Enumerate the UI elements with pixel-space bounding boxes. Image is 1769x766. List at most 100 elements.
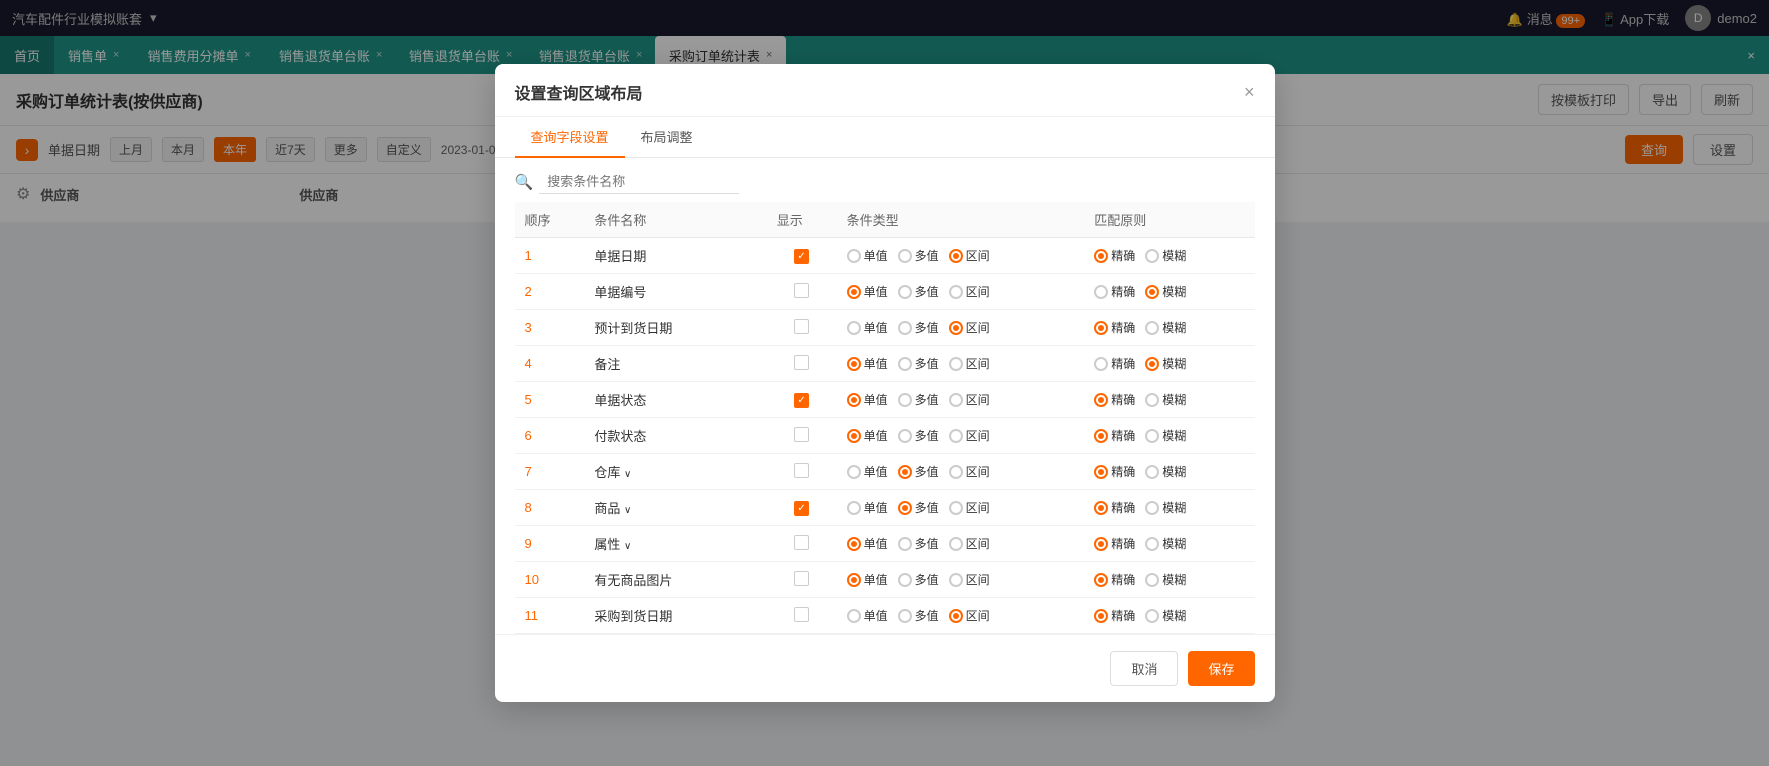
type-radio-type_multi[interactable]: 多值 — [898, 247, 939, 264]
type-radio-type_multi[interactable]: 多值 — [898, 499, 939, 516]
type-radio-type_range[interactable]: 区间 — [949, 391, 990, 408]
match-radio-match_fuzzy[interactable]: 模糊 — [1145, 283, 1186, 300]
display-checkbox[interactable]: ✓ — [794, 393, 809, 408]
table-row: 11采购到货日期单值多值区间精确模糊 — [515, 598, 1255, 634]
display-checkbox[interactable]: ✓ — [794, 249, 809, 264]
display-checkbox[interactable] — [794, 355, 809, 370]
type-radio-type_range[interactable]: 区间 — [949, 535, 990, 552]
match-radio-match_exact[interactable]: 精确 — [1094, 355, 1135, 372]
display-checkbox[interactable]: ✓ — [794, 501, 809, 516]
type-radio-type_single[interactable]: 单值 — [847, 571, 888, 588]
type-radio-type_range[interactable]: 区间 — [949, 355, 990, 372]
row-display-checkbox[interactable]: ✓ — [767, 490, 837, 526]
type-radio-type_multi[interactable]: 多值 — [898, 283, 939, 300]
type-radio-type_single[interactable]: 单值 — [847, 283, 888, 300]
table-row: 3预计到货日期单值多值区间精确模糊 — [515, 310, 1255, 346]
display-checkbox[interactable] — [794, 427, 809, 442]
match-radio-match_exact[interactable]: 精确 — [1094, 463, 1135, 480]
dialog-close-btn[interactable]: × — [1244, 82, 1255, 103]
row-match-radios: 精确模糊 — [1084, 418, 1254, 454]
type-radio-type_range[interactable]: 区间 — [949, 283, 990, 300]
display-checkbox[interactable] — [794, 607, 809, 622]
display-checkbox[interactable] — [794, 571, 809, 586]
type-radio-type_multi[interactable]: 多值 — [898, 571, 939, 588]
type-radio-type_multi[interactable]: 多值 — [898, 355, 939, 372]
type-radio-type_range[interactable]: 区间 — [949, 607, 990, 624]
match-radio-match_fuzzy[interactable]: 模糊 — [1145, 535, 1186, 552]
type-radio-type_single[interactable]: 单值 — [847, 427, 888, 444]
type-radio-type_range[interactable]: 区间 — [949, 571, 990, 588]
save-button[interactable]: 保存 — [1188, 651, 1254, 686]
type-radio-type_single[interactable]: 单值 — [847, 391, 888, 408]
dialog-tab-layout[interactable]: 布局调整 — [625, 117, 709, 158]
row-display-checkbox[interactable] — [767, 598, 837, 634]
row-display-checkbox[interactable] — [767, 526, 837, 562]
type-radio-type_single[interactable]: 单值 — [847, 355, 888, 372]
type-radio-type_range[interactable]: 区间 — [949, 463, 990, 480]
row-type-radios: 单值多值区间 — [837, 562, 1085, 598]
row-match-radios: 精确模糊 — [1084, 310, 1254, 346]
display-checkbox[interactable] — [794, 319, 809, 334]
row-type-radios: 单值多值区间 — [837, 526, 1085, 562]
display-checkbox[interactable] — [794, 283, 809, 298]
dialog-tab-query-fields[interactable]: 查询字段设置 — [515, 117, 625, 158]
type-radio-type_range[interactable]: 区间 — [949, 247, 990, 264]
row-display-checkbox[interactable] — [767, 454, 837, 490]
row-display-checkbox[interactable] — [767, 562, 837, 598]
match-radio-match_exact[interactable]: 精确 — [1094, 499, 1135, 516]
row-display-checkbox[interactable] — [767, 310, 837, 346]
match-radio-match_fuzzy[interactable]: 模糊 — [1145, 319, 1186, 336]
row-display-checkbox[interactable] — [767, 274, 837, 310]
display-checkbox[interactable] — [794, 535, 809, 550]
display-checkbox[interactable] — [794, 463, 809, 478]
match-radio-match_fuzzy[interactable]: 模糊 — [1145, 247, 1186, 264]
match-radio-match_exact[interactable]: 精确 — [1094, 427, 1135, 444]
type-radio-type_multi[interactable]: 多值 — [898, 463, 939, 480]
type-radio-type_single[interactable]: 单值 — [847, 499, 888, 516]
modal-overlay: 设置查询区域布局 × 查询字段设置 布局调整 🔍 顺序 条件名称 — [0, 0, 1769, 766]
match-radio-match_exact[interactable]: 精确 — [1094, 319, 1135, 336]
match-radio-match_fuzzy[interactable]: 模糊 — [1145, 391, 1186, 408]
match-radio-match_exact[interactable]: 精确 — [1094, 391, 1135, 408]
type-radio-type_range[interactable]: 区间 — [949, 319, 990, 336]
match-radio-match_fuzzy[interactable]: 模糊 — [1145, 607, 1186, 624]
cancel-button[interactable]: 取消 — [1110, 651, 1178, 686]
match-radio-match_exact[interactable]: 精确 — [1094, 571, 1135, 588]
match-radio-match_exact[interactable]: 精确 — [1094, 247, 1135, 264]
type-radio-type_range[interactable]: 区间 — [949, 427, 990, 444]
match-radio-match_exact[interactable]: 精确 — [1094, 283, 1135, 300]
type-radio-type_range[interactable]: 区间 — [949, 499, 990, 516]
match-radio-match_fuzzy[interactable]: 模糊 — [1145, 463, 1186, 480]
match-radio-match_fuzzy[interactable]: 模糊 — [1145, 571, 1186, 588]
row-match-radios: 精确模糊 — [1084, 490, 1254, 526]
match-radio-match_exact[interactable]: 精确 — [1094, 607, 1135, 624]
type-radio-type_single[interactable]: 单值 — [847, 319, 888, 336]
match-radio-match_fuzzy[interactable]: 模糊 — [1145, 355, 1186, 372]
row-display-checkbox[interactable]: ✓ — [767, 238, 837, 274]
match-radio-match_fuzzy[interactable]: 模糊 — [1145, 499, 1186, 516]
type-radio-type_single[interactable]: 单值 — [847, 607, 888, 624]
type-radio-type_single[interactable]: 单值 — [847, 463, 888, 480]
type-radio-type_single[interactable]: 单值 — [847, 535, 888, 552]
row-order: 4 — [515, 346, 585, 382]
type-radio-type_multi[interactable]: 多值 — [898, 427, 939, 444]
type-radio-type_multi[interactable]: 多值 — [898, 391, 939, 408]
dialog-tabs: 查询字段设置 布局调整 — [495, 117, 1275, 158]
row-display-checkbox[interactable] — [767, 346, 837, 382]
row-match-radios: 精确模糊 — [1084, 526, 1254, 562]
type-radio-type_multi[interactable]: 多值 — [898, 535, 939, 552]
row-display-checkbox[interactable]: ✓ — [767, 382, 837, 418]
match-radio-match_fuzzy[interactable]: 模糊 — [1145, 427, 1186, 444]
col-order: 顺序 — [515, 202, 585, 238]
type-radio-type_multi[interactable]: 多值 — [898, 319, 939, 336]
type-radio-type_single[interactable]: 单值 — [847, 247, 888, 264]
search-input[interactable] — [539, 170, 739, 194]
row-display-checkbox[interactable] — [767, 418, 837, 454]
table-row: 2单据编号单值多值区间精确模糊 — [515, 274, 1255, 310]
type-radio-type_multi[interactable]: 多值 — [898, 607, 939, 624]
row-match-radios: 精确模糊 — [1084, 382, 1254, 418]
col-name: 条件名称 — [584, 202, 766, 238]
search-icon: 🔍 — [515, 173, 534, 191]
settings-dialog: 设置查询区域布局 × 查询字段设置 布局调整 🔍 顺序 条件名称 — [495, 64, 1275, 702]
match-radio-match_exact[interactable]: 精确 — [1094, 535, 1135, 552]
